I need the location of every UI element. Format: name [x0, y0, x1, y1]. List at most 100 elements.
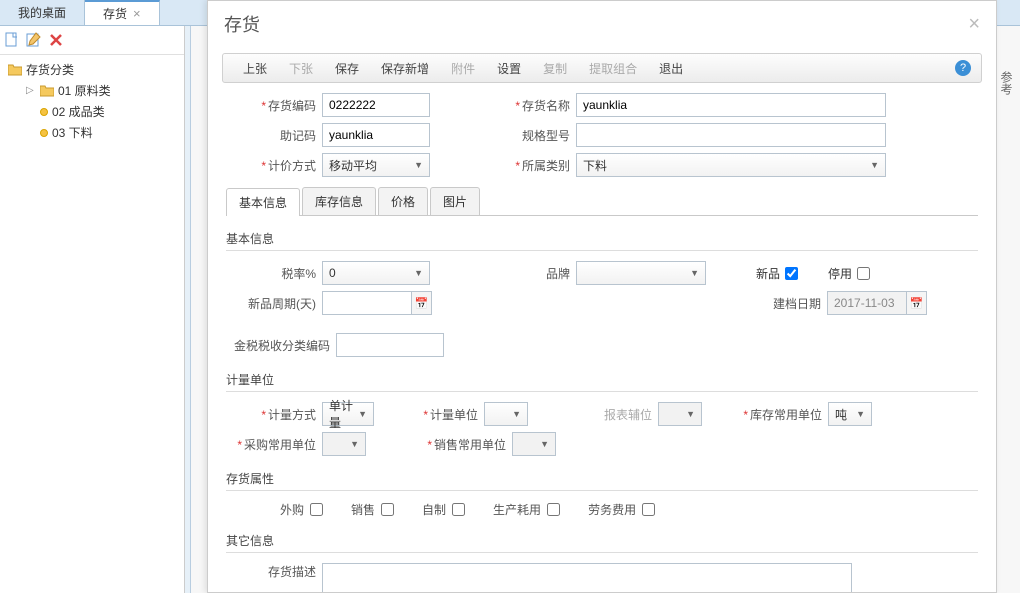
new-icon[interactable] [4, 32, 20, 48]
category-label: 所属类别 [522, 159, 570, 173]
tree-item-label: 01 原料类 [58, 82, 111, 99]
extract-button: 提取组合 [579, 57, 647, 80]
sub-tab-bar: 基本信息 库存信息 价格 图片 [226, 187, 978, 216]
tree-item-label: 03 下料 [52, 124, 93, 141]
mnemonic-input[interactable] [322, 123, 430, 147]
bullet-icon [40, 129, 48, 137]
unit-method-select[interactable]: 单计量▼ [322, 402, 374, 426]
desc-label: 存货描述 [268, 565, 316, 579]
period-input[interactable] [322, 291, 412, 315]
sale-unit-label: 销售常用单位 [434, 438, 506, 452]
caret-icon: ▼ [512, 409, 521, 419]
caret-icon: ▼ [540, 439, 549, 449]
purchase-unit-select[interactable]: ▼ [322, 432, 366, 456]
spec-input[interactable] [576, 123, 886, 147]
expand-icon[interactable]: ▷ [26, 85, 36, 96]
code-input[interactable] [322, 93, 430, 117]
save-new-button[interactable]: 保存新增 [371, 57, 439, 80]
tab-price[interactable]: 价格 [378, 187, 428, 215]
dialog-toolbar: 上张 下张 保存 保存新增 附件 设置 复制 提取组合 退出 ? [222, 53, 982, 83]
unit-section-title: 计量单位 [226, 371, 978, 392]
save-button[interactable]: 保存 [325, 57, 369, 80]
caret-icon: ▼ [358, 409, 367, 419]
create-date-label: 建档日期 [773, 297, 821, 311]
selfmade-checkbox[interactable] [452, 503, 465, 516]
category-select[interactable]: 下料▼ [576, 153, 886, 177]
sale-unit-select[interactable]: ▼ [512, 432, 556, 456]
caret-icon: ▼ [414, 268, 423, 278]
name-input[interactable] [576, 93, 886, 117]
stock-unit-select[interactable]: 吨▼ [828, 402, 872, 426]
period-label: 新品周期(天) [248, 297, 316, 311]
unit-select[interactable]: ▼ [484, 402, 528, 426]
tree-item-raw[interactable]: ▷ 01 原料类 [2, 80, 182, 101]
tab-stock[interactable]: 库存信息 [302, 187, 376, 215]
tree-root[interactable]: 存货分类 [2, 59, 182, 80]
tab-desktop-label: 我的桌面 [18, 4, 66, 21]
tab-desktop[interactable]: 我的桌面 [0, 0, 85, 25]
new-checkbox[interactable] [785, 267, 798, 280]
caret-icon: ▼ [690, 268, 699, 278]
delete-icon[interactable] [48, 32, 64, 48]
selfmade-label: 自制 [422, 501, 446, 518]
tree-item-finished[interactable]: 02 成品类 [2, 101, 182, 122]
outsource-label: 外购 [280, 501, 304, 518]
help-icon[interactable]: ? [955, 60, 971, 76]
bullet-icon [40, 108, 48, 116]
edit-icon[interactable] [26, 32, 42, 48]
golden-tax-label: 金税税收分类编码 [234, 339, 330, 353]
tree-root-label: 存货分类 [26, 61, 74, 78]
dialog-close-icon[interactable]: × [968, 13, 980, 36]
caret-icon: ▼ [350, 439, 359, 449]
create-date-input [827, 291, 907, 315]
purchase-unit-label: 采购常用单位 [244, 438, 316, 452]
calendar-icon[interactable]: 📅 [412, 291, 432, 315]
mnemonic-label: 助记码 [280, 129, 316, 143]
brand-select[interactable]: ▼ [576, 261, 706, 285]
spec-label: 规格型号 [522, 129, 570, 143]
basic-section-title: 基本信息 [226, 230, 978, 251]
unit-method-label: 计量方式 [268, 408, 316, 422]
caret-icon: ▼ [686, 409, 695, 419]
folder-icon [40, 85, 54, 97]
exit-button[interactable]: 退出 [649, 57, 693, 80]
tab-image[interactable]: 图片 [430, 187, 480, 215]
report-unit-label: 报表辅位 [604, 408, 652, 422]
brand-label: 品牌 [546, 267, 570, 281]
report-unit-select: ▼ [658, 402, 702, 426]
tax-select[interactable]: 0▼ [322, 261, 430, 285]
folder-icon [8, 64, 22, 76]
tab-inventory-label: 存货 [103, 5, 127, 22]
outsource-checkbox[interactable] [310, 503, 323, 516]
tab-inventory[interactable]: 存货 × [85, 0, 160, 25]
tab-basic[interactable]: 基本信息 [226, 188, 300, 216]
desc-textarea[interactable] [322, 563, 852, 592]
labor-label: 劳务费用 [588, 501, 636, 518]
next-button: 下张 [279, 57, 323, 80]
right-label: 参考 [993, 67, 1020, 99]
sale-checkbox[interactable] [381, 503, 394, 516]
unit-label: 计量单位 [430, 408, 478, 422]
settings-button[interactable]: 设置 [487, 57, 531, 80]
pricing-label: 计价方式 [268, 159, 316, 173]
dialog-title: 存货 [224, 11, 260, 37]
stop-checkbox[interactable] [857, 267, 870, 280]
labor-checkbox[interactable] [642, 503, 655, 516]
copy-button: 复制 [533, 57, 577, 80]
pricing-select[interactable]: 移动平均▼ [322, 153, 430, 177]
code-label: 存货编码 [268, 99, 316, 113]
golden-tax-input[interactable] [336, 333, 444, 357]
name-label: 存货名称 [522, 99, 570, 113]
new-label: 新品 [756, 265, 780, 282]
attr-section-title: 存货属性 [226, 470, 978, 491]
tree-item-offcut[interactable]: 03 下料 [2, 122, 182, 143]
sidebar: 存货分类 ▷ 01 原料类 02 成品类 03 下料 [0, 26, 185, 593]
prev-button[interactable]: 上张 [233, 57, 277, 80]
inventory-dialog: 存货 × 上张 下张 保存 保存新增 附件 设置 复制 提取组合 退出 ? *存… [207, 0, 997, 593]
other-section-title: 其它信息 [226, 532, 978, 553]
category-tree: 存货分类 ▷ 01 原料类 02 成品类 03 下料 [0, 55, 184, 147]
calendar-icon[interactable]: 📅 [907, 291, 927, 315]
consume-label: 生产耗用 [493, 501, 541, 518]
close-icon[interactable]: × [133, 6, 141, 21]
consume-checkbox[interactable] [547, 503, 560, 516]
